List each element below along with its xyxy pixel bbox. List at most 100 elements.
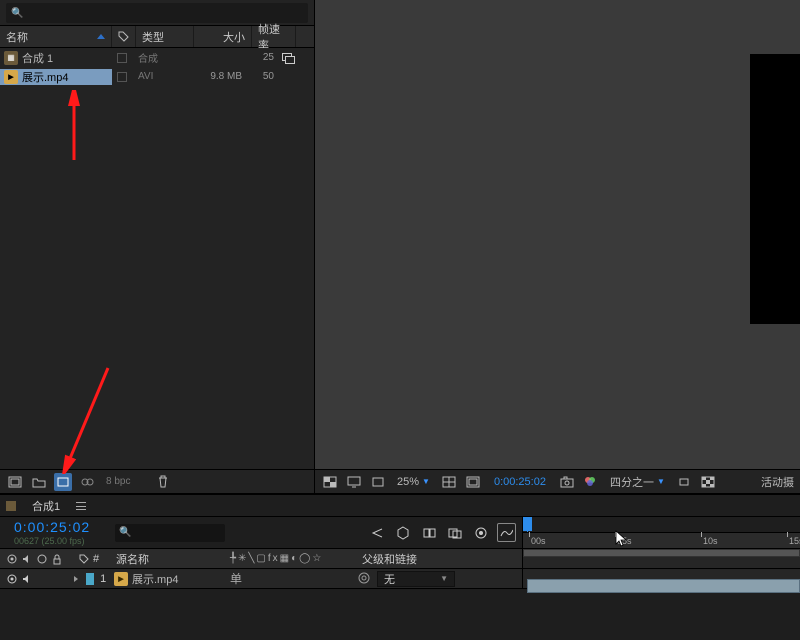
annotation-arrow (62, 90, 86, 164)
new-folder-button[interactable] (30, 473, 48, 491)
column-size[interactable]: 大小 (194, 26, 252, 47)
lock-toggle[interactable] (51, 573, 63, 585)
search-icon: 🔍 (11, 8, 23, 19)
panel-menu-icon[interactable] (76, 502, 86, 510)
timeline-search-field[interactable]: 🔍 (115, 524, 225, 542)
project-item-row[interactable]: ▦ 合成 1 合成 25 (0, 48, 314, 67)
zoom-scrollbar[interactable] (523, 549, 800, 557)
mask-toggle-button[interactable] (369, 473, 387, 491)
video-file-icon: ▶ (4, 70, 18, 84)
video-toggle[interactable] (6, 573, 18, 585)
project-item-fps: 50 (248, 71, 278, 82)
project-panel: 🔍 名称 类型 大小 帧速率 ▦ (0, 0, 315, 493)
viewer-frame (750, 54, 800, 324)
color-depth-button[interactable]: 8 bpc (106, 476, 130, 487)
label-swatch[interactable] (117, 53, 127, 63)
layer-color-swatch[interactable] (86, 573, 94, 585)
timeline-empty-area (0, 589, 800, 640)
time-navigator[interactable] (523, 549, 800, 568)
label-swatch[interactable] (117, 72, 127, 82)
layer-switches-cell[interactable]: 单 (226, 570, 352, 587)
current-timecode[interactable]: 0:00:25:02 (14, 519, 115, 535)
project-columns-header[interactable]: 名称 类型 大小 帧速率 (0, 26, 314, 48)
label-icon[interactable] (79, 554, 89, 564)
project-item-row[interactable]: ▶ 展示.mp4 AVI 9.8 MB 50 (0, 67, 314, 86)
ruler-tick-label: 15s (789, 536, 800, 546)
timeline-columns-header: # 源名称 ╄✳╲▢fx▦◐◯☆ 父级和链接 (0, 549, 800, 569)
project-item-size: 9.8 MB (190, 71, 248, 82)
video-switch-icon[interactable] (6, 553, 18, 565)
current-frame-info: 00627 (25.00 fps) (14, 536, 115, 546)
zoom-dropdown[interactable]: 25% ▼ (393, 476, 434, 488)
resolution-dropdown[interactable]: 四分之一 ▼ (606, 474, 669, 490)
delete-button[interactable] (154, 473, 172, 491)
interpret-footage-button[interactable] (6, 473, 24, 491)
project-search-input[interactable] (27, 6, 303, 20)
column-parent[interactable]: 父级和链接 (352, 551, 522, 567)
timeline-panel: 合成1 0:00:25:02 00627 (25.00 fps) 🔍 (0, 495, 800, 640)
column-type[interactable]: 类型 (136, 26, 194, 47)
project-settings-button[interactable] (78, 473, 96, 491)
new-composition-button[interactable] (54, 473, 72, 491)
project-item-list: ▦ 合成 1 合成 25 ▶ 展示.mp4 AVI 9. (0, 48, 314, 469)
column-name[interactable]: 名称 (0, 26, 112, 47)
zoom-value: 25% (397, 476, 419, 488)
composition-icon (6, 501, 16, 511)
draft-3d-button[interactable] (393, 523, 412, 542)
region-of-interest-button[interactable] (675, 473, 693, 491)
timeline-layer-row[interactable]: 1 ▶ 展示.mp4 单 无 ▼ (0, 569, 800, 589)
ruler-tick-label: 00s (531, 536, 546, 546)
ruler-tick-label: 10s (703, 536, 718, 546)
color-management-button[interactable] (582, 473, 600, 491)
audio-toggle[interactable] (21, 573, 33, 585)
column-switches[interactable]: ╄✳╲▢fx▦◐◯☆ (226, 553, 352, 564)
safe-zones-button[interactable] (464, 473, 482, 491)
sort-ascending-icon (97, 34, 105, 39)
resolution-button[interactable] (440, 473, 458, 491)
motion-blur-button[interactable] (471, 523, 490, 542)
lock-switch-icon[interactable] (51, 553, 63, 565)
column-framerate[interactable]: 帧速率 (252, 26, 296, 47)
audio-switch-icon[interactable] (21, 553, 33, 565)
timeline-tab-label: 合成1 (32, 498, 60, 514)
composition-layers-icon (282, 53, 292, 63)
graph-editor-button[interactable] (497, 523, 516, 542)
viewer-canvas[interactable] (315, 0, 800, 469)
frame-blend-button[interactable] (445, 523, 464, 542)
snapshot-button[interactable] (558, 473, 576, 491)
pickwhip-icon[interactable] (358, 572, 371, 585)
time-ruler[interactable]: 00s 05s 10s 15s (523, 517, 800, 548)
column-label[interactable] (112, 26, 136, 47)
resolution-value: 四分之一 (610, 474, 654, 490)
composition-icon: ▦ (4, 51, 18, 65)
layer-clip-bar[interactable] (527, 579, 800, 593)
composition-mini-flowchart-button[interactable] (367, 523, 386, 542)
column-name-label: 名称 (6, 29, 28, 45)
display-button[interactable] (345, 473, 363, 491)
active-camera-label[interactable]: 活动摄 (761, 474, 794, 490)
viewer-timecode[interactable]: 0:00:25:02 (488, 476, 552, 488)
alpha-toggle-button[interactable] (321, 473, 339, 491)
layer-name: 展示.mp4 (132, 571, 178, 587)
video-file-icon: ▶ (114, 572, 128, 586)
column-source-name[interactable]: 源名称 (108, 551, 226, 567)
chevron-down-icon: ▼ (422, 477, 430, 486)
layer-index: 1 (98, 573, 108, 585)
composition-viewer: 25% ▼ 0:00:25:02 四分之一 ▼ 活动摄 (315, 0, 800, 493)
parent-dropdown[interactable]: 无 ▼ (377, 571, 455, 587)
solo-switch-icon[interactable] (36, 553, 48, 565)
project-footer: 8 bpc (0, 469, 314, 493)
annotation-arrow (58, 364, 118, 474)
hide-shy-button[interactable] (419, 523, 438, 542)
chevron-down-icon: ▼ (440, 574, 448, 583)
chevron-down-icon: ▼ (657, 477, 665, 486)
project-item-name: 合成 1 (22, 50, 53, 66)
parent-value: 无 (384, 571, 395, 587)
expand-layer-chevron-icon[interactable] (74, 576, 78, 582)
timeline-header: 0:00:25:02 00627 (25.00 fps) 🔍 (0, 517, 800, 549)
timeline-tab[interactable]: 合成1 (24, 497, 68, 515)
solo-toggle[interactable] (36, 573, 48, 585)
transparency-grid-button[interactable] (699, 473, 717, 491)
viewer-footer: 25% ▼ 0:00:25:02 四分之一 ▼ 活动摄 (315, 469, 800, 493)
search-icon: 🔍 (119, 527, 131, 538)
